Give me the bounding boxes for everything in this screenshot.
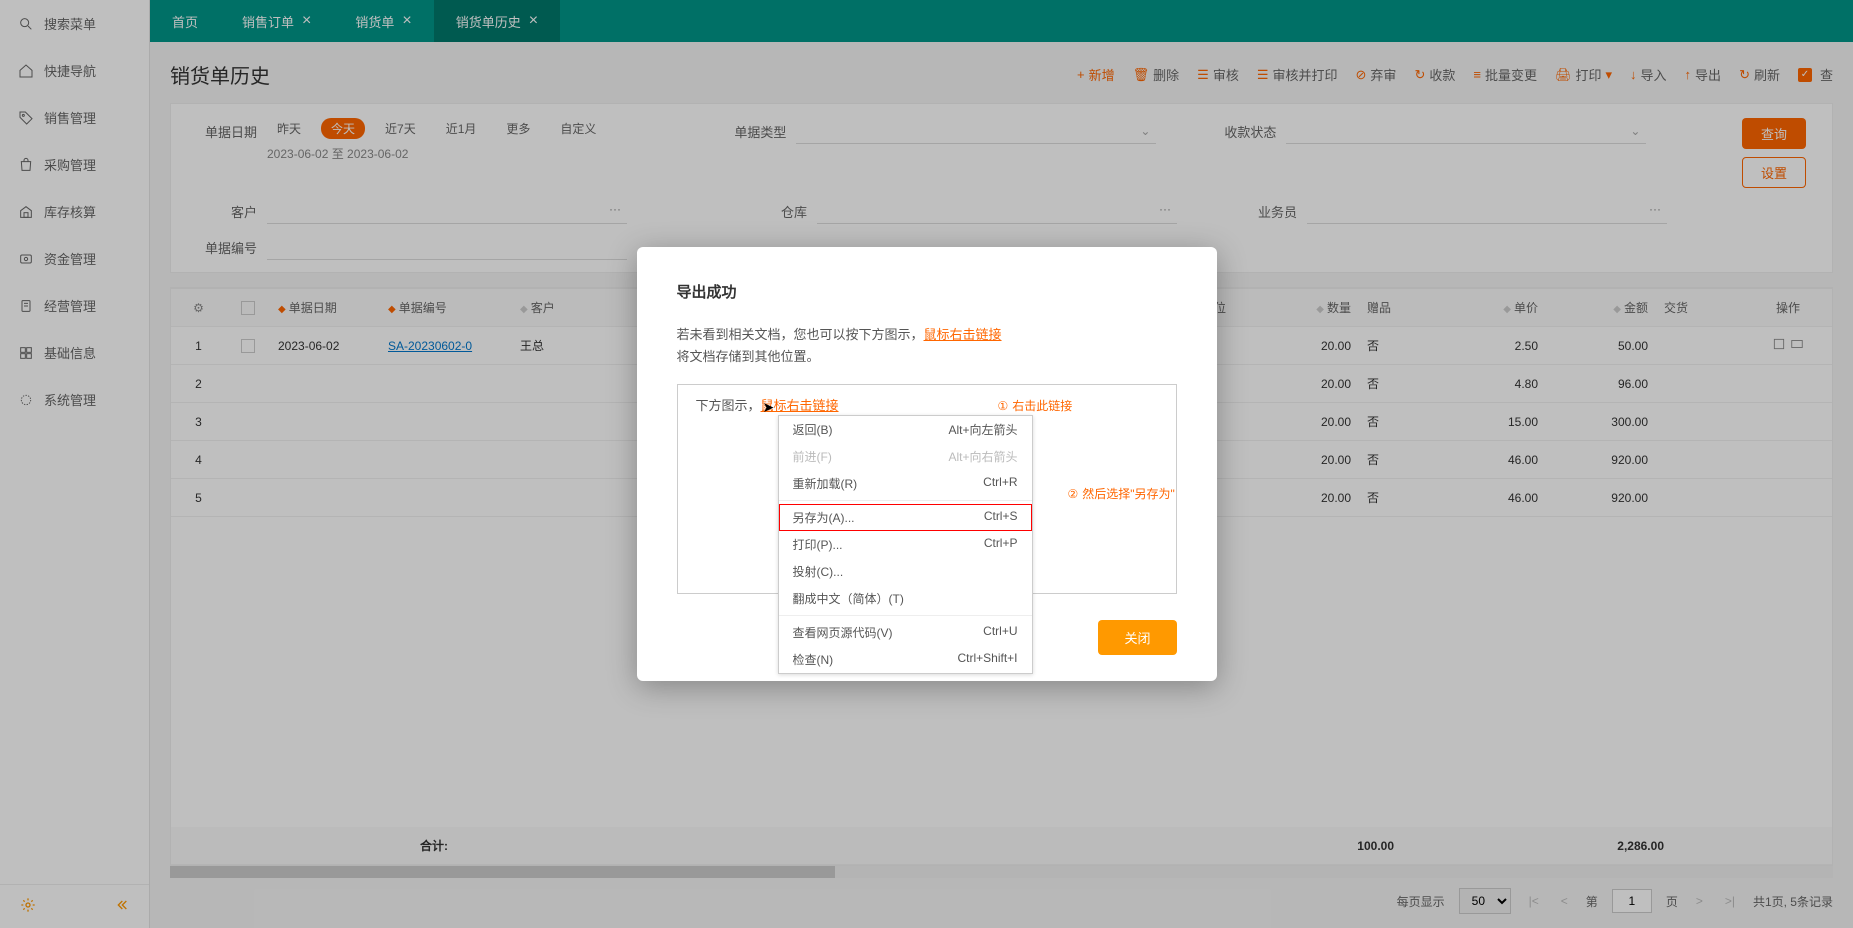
ctx-menu-item: 翻成中文（简体）(T)	[779, 585, 1032, 612]
close-modal-button[interactable]: 关闭	[1098, 620, 1176, 655]
modal-title: 导出成功	[677, 281, 1177, 302]
ctx-menu-item: 检查(N)Ctrl+Shift+I	[779, 646, 1032, 673]
right-click-link[interactable]: 鼠标右击链接	[924, 327, 1002, 342]
ctx-menu-item: 返回(B)Alt+向左箭头	[779, 416, 1032, 443]
ctx-menu-item: 前进(F)Alt+向右箭头	[779, 443, 1032, 470]
cursor-icon: ➤	[763, 399, 775, 416]
context-menu-illustration: 返回(B)Alt+向左箭头前进(F)Alt+向右箭头重新加载(R)Ctrl+R 另…	[778, 415, 1033, 674]
ctx-menu-item: 打印(P)...Ctrl+P	[779, 531, 1032, 558]
modal-illustration: 下方图示，鼠标右击链接 ➤ 右击此链接 然后选择"另存为" 返回(B)Alt+向…	[677, 384, 1177, 594]
ctx-menu-item: 查看网页源代码(V)Ctrl+U	[779, 619, 1032, 646]
caption-text: 下方图示，	[696, 398, 761, 413]
modal-overlay: 导出成功 若未看到相关文档，您也可以按下方图示，鼠标右击链接 将文档存储到其他位…	[0, 0, 1853, 928]
hint-1: 右击此链接	[998, 397, 1073, 414]
modal-desc-text2: 将文档存储到其他位置。	[677, 349, 820, 364]
export-success-modal: 导出成功 若未看到相关文档，您也可以按下方图示，鼠标右击链接 将文档存储到其他位…	[637, 247, 1217, 681]
ctx-menu-item: 投射(C)...	[779, 558, 1032, 585]
ctx-menu-item: 重新加载(R)Ctrl+R	[779, 470, 1032, 497]
modal-description: 若未看到相关文档，您也可以按下方图示，鼠标右击链接 将文档存储到其他位置。	[677, 324, 1177, 368]
ctx-menu-item: 另存为(A)...Ctrl+S	[779, 504, 1032, 531]
modal-desc-text: 若未看到相关文档，您也可以按下方图示，	[677, 327, 924, 342]
hint-2: 然后选择"另存为"	[1068, 485, 1175, 502]
